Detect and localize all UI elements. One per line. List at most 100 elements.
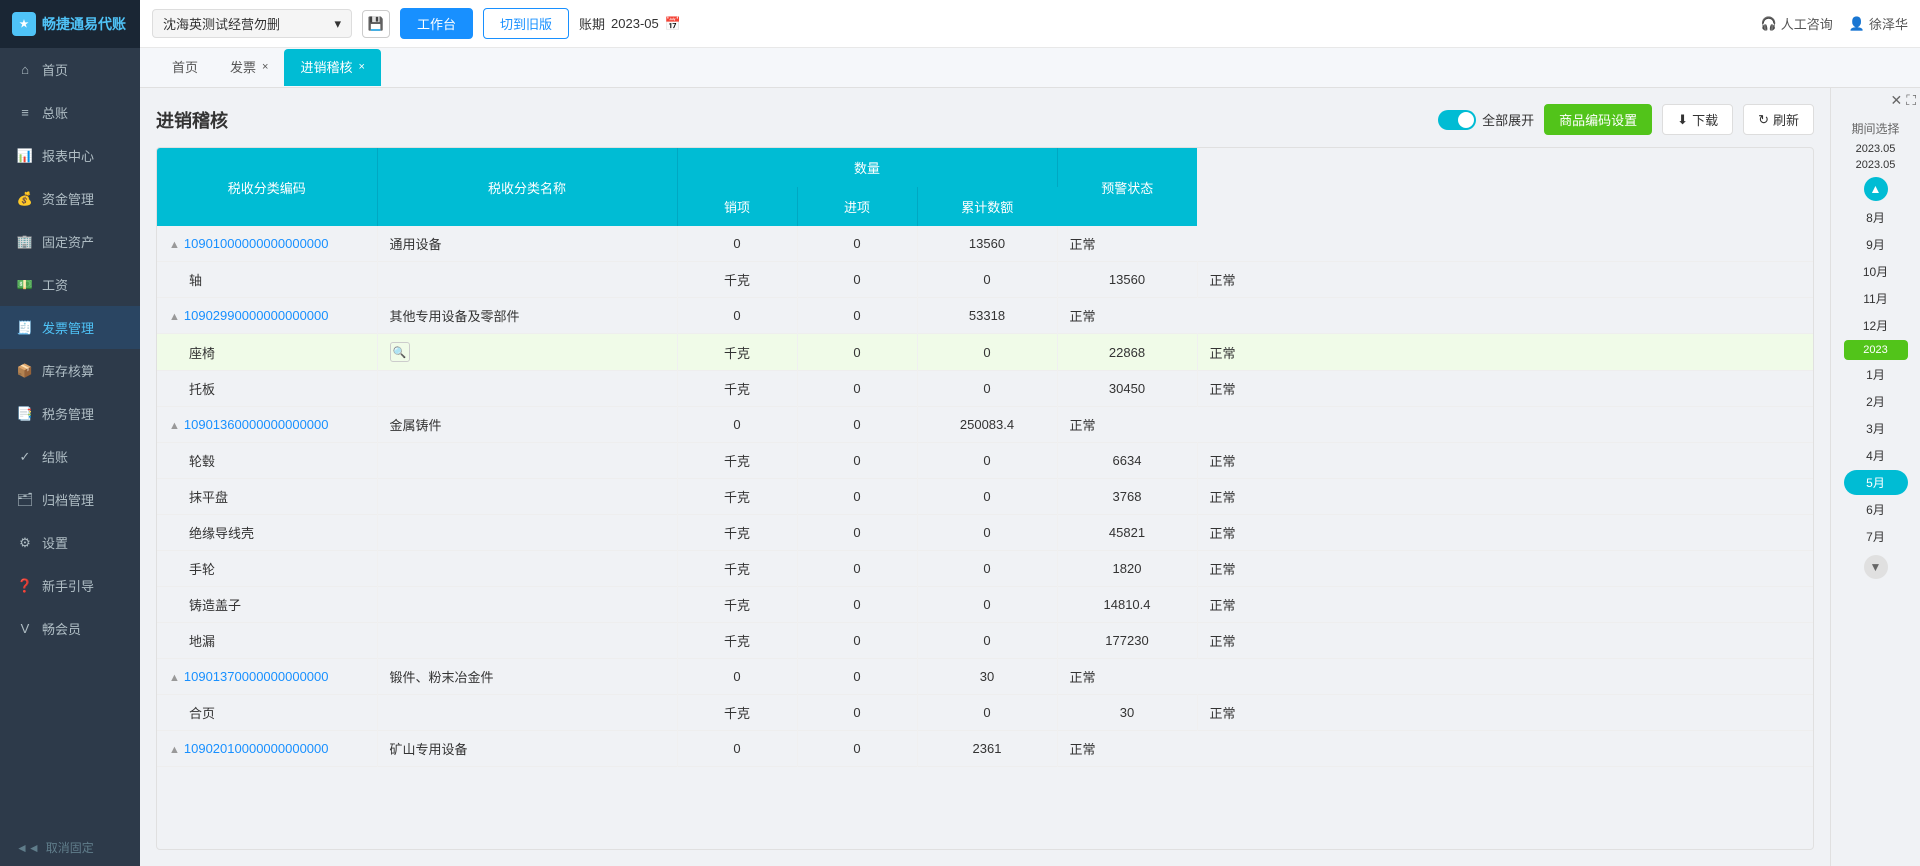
month-1[interactable]: 1月 xyxy=(1844,362,1908,387)
sidebar-item-settle[interactable]: ✓ 结账 xyxy=(0,435,140,478)
tab-invoice[interactable]: 发票 × xyxy=(214,49,284,86)
sidebar-item-settings[interactable]: ⚙ 设置 xyxy=(0,521,140,564)
purchase-cell: 0 xyxy=(917,443,1057,479)
sales-cell: 0 xyxy=(797,623,917,659)
month-9[interactable]: 9月 xyxy=(1844,232,1908,257)
unit-cell: 千克 xyxy=(677,623,797,659)
month-10[interactable]: 10月 xyxy=(1844,259,1908,284)
col-quantity-group: 数量 xyxy=(677,148,1057,187)
table-row: 轴 千克 0 0 13560 正常 xyxy=(157,262,1813,298)
calendar-icon[interactable]: 📅 xyxy=(665,16,681,32)
tab-reconcile-close[interactable]: × xyxy=(358,61,364,73)
tab-invoice-close[interactable]: × xyxy=(262,61,268,73)
download-button[interactable]: ⬇ 下载 xyxy=(1662,104,1733,135)
main-content: 进销稽核 全部展开 商品编码设置 ⬇ 下载 ↻ 刷 xyxy=(140,88,1830,866)
month-4[interactable]: 4月 xyxy=(1844,443,1908,468)
month-7[interactable]: 7月 xyxy=(1844,524,1908,549)
table-row: 手轮 千克 0 0 1820 正常 xyxy=(157,551,1813,587)
month-3[interactable]: 3月 xyxy=(1844,416,1908,441)
right-panel: ✕ ⛶ 期间选择 2023.05 2023.05 ▲ 8月 9月 10月 11月… xyxy=(1830,88,1920,866)
sidebar-item-assets[interactable]: 🏢 固定资产 xyxy=(0,220,140,263)
save-button[interactable]: 💾 xyxy=(362,10,390,38)
month-5[interactable]: 5月 xyxy=(1844,470,1908,495)
sidebar-item-label: 库存核算 xyxy=(42,361,94,380)
total-cell: 6634 xyxy=(1057,443,1197,479)
sidebar-item-archive[interactable]: 🗂 归档管理 xyxy=(0,478,140,521)
funds-icon: 💰 xyxy=(16,190,34,208)
save-icon: 💾 xyxy=(368,16,384,32)
sidebar-item-home[interactable]: ⌂ 首页 xyxy=(0,48,140,91)
tab-home[interactable]: 首页 xyxy=(156,49,214,86)
page-actions: 全部展开 商品编码设置 ⬇ 下载 ↻ 刷新 xyxy=(1438,104,1814,135)
unit-cell: 千克 xyxy=(677,262,797,298)
workbench-button[interactable]: 工作台 xyxy=(400,8,473,39)
table-row: 托板 千克 0 0 30450 正常 xyxy=(157,371,1813,407)
month-2[interactable]: 2月 xyxy=(1844,389,1908,414)
total-cell: 14810.4 xyxy=(1057,587,1197,623)
expand-toggle[interactable]: 全部展开 xyxy=(1438,110,1534,130)
tax-name-cell: 锻件、粉末冶金件 xyxy=(377,659,677,695)
status-cell: 正常 xyxy=(1197,479,1813,515)
month-6[interactable]: 6月 xyxy=(1844,497,1908,522)
product-code-button[interactable]: 商品编码设置 xyxy=(1544,104,1652,135)
period-2023-2[interactable]: 2023.05 xyxy=(1850,157,1902,173)
tax-name-cell: 通用设备 xyxy=(377,226,677,262)
panel-close-icon[interactable]: ✕ xyxy=(1890,92,1902,109)
status-cell: 正常 xyxy=(1197,587,1813,623)
switch-version-button[interactable]: 切到旧版 xyxy=(483,8,569,39)
reports-icon: 📊 xyxy=(16,147,34,165)
sidebar: ★ 畅捷通易代账 ⌂ 首页 ≡ 总账 📊 报表中心 💰 资金管理 🏢 固定资产 … xyxy=(0,0,140,866)
expand-icon[interactable]: ▲ xyxy=(169,420,180,432)
ledger-icon: ≡ xyxy=(16,104,34,122)
month-8[interactable]: 8月 xyxy=(1844,205,1908,230)
app-logo: ★ 畅捷通易代账 xyxy=(0,0,140,48)
sidebar-item-member[interactable]: V 畅会员 xyxy=(0,607,140,650)
scroll-up-button[interactable]: ▲ xyxy=(1864,177,1888,201)
sidebar-item-salary[interactable]: 💵 工资 xyxy=(0,263,140,306)
company-selector[interactable]: 沈海英测试经营勿删 ▾ xyxy=(152,9,352,38)
sidebar-item-funds[interactable]: 💰 资金管理 xyxy=(0,177,140,220)
expand-icon[interactable]: ▲ xyxy=(169,311,180,323)
search-cell xyxy=(377,479,677,515)
sidebar-item-tax[interactable]: 📑 税务管理 xyxy=(0,392,140,435)
support-button[interactable]: 🎧 人工咨询 xyxy=(1761,14,1833,33)
sidebar-item-reports[interactable]: 📊 报表中心 xyxy=(0,134,140,177)
sidebar-item-guide[interactable]: ❓ 新手引导 xyxy=(0,564,140,607)
status-cell: 正常 xyxy=(1197,443,1813,479)
sales-cell: 0 xyxy=(677,298,797,334)
settle-icon: ✓ xyxy=(16,448,34,466)
tab-reconcile[interactable]: 进销稽核 × xyxy=(284,49,380,86)
month-11[interactable]: 11月 xyxy=(1844,286,1908,311)
toggle-switch-control[interactable] xyxy=(1438,110,1476,130)
user-menu[interactable]: 👤 徐泽华 xyxy=(1849,14,1908,33)
search-cell xyxy=(377,443,677,479)
expand-icon[interactable]: ▲ xyxy=(169,672,180,684)
topbar-right: 🎧 人工咨询 👤 徐泽华 xyxy=(1761,14,1908,33)
table-row: 合页 千克 0 0 30 正常 xyxy=(157,695,1813,731)
panel-title: 期间选择 xyxy=(1851,120,1899,137)
sidebar-item-inventory[interactable]: 📦 库存核算 xyxy=(0,349,140,392)
sales-cell: 0 xyxy=(797,334,917,371)
period-2023-1[interactable]: 2023.05 xyxy=(1850,141,1902,157)
search-icon[interactable]: 🔍 xyxy=(390,342,410,362)
search-cell xyxy=(377,695,677,731)
refresh-label: 刷新 xyxy=(1773,110,1799,129)
panel-expand-icon[interactable]: ⛶ xyxy=(1906,92,1916,109)
search-cell xyxy=(377,515,677,551)
sidebar-item-ledger[interactable]: ≡ 总账 xyxy=(0,91,140,134)
table-row: 抹平盘 千克 0 0 3768 正常 xyxy=(157,479,1813,515)
pin-toggle[interactable]: ◄◄ 取消固定 xyxy=(0,829,140,866)
scroll-down-button[interactable]: ▼ xyxy=(1864,555,1888,579)
sidebar-item-invoice[interactable]: 🧾 发票管理 xyxy=(0,306,140,349)
expand-icon[interactable]: ▲ xyxy=(169,744,180,756)
headset-icon: 🎧 xyxy=(1761,16,1777,32)
refresh-button[interactable]: ↻ 刷新 xyxy=(1743,104,1814,135)
member-icon: V xyxy=(16,620,34,638)
search-cell xyxy=(377,623,677,659)
purchase-cell: 0 xyxy=(917,262,1057,298)
status-cell: 正常 xyxy=(1197,551,1813,587)
expand-icon[interactable]: ▲ xyxy=(169,239,180,251)
page-title-bar: 进销稽核 全部展开 商品编码设置 ⬇ 下载 ↻ 刷 xyxy=(156,104,1814,135)
month-12[interactable]: 12月 xyxy=(1844,313,1908,338)
sidebar-item-label: 发票管理 xyxy=(42,318,94,337)
